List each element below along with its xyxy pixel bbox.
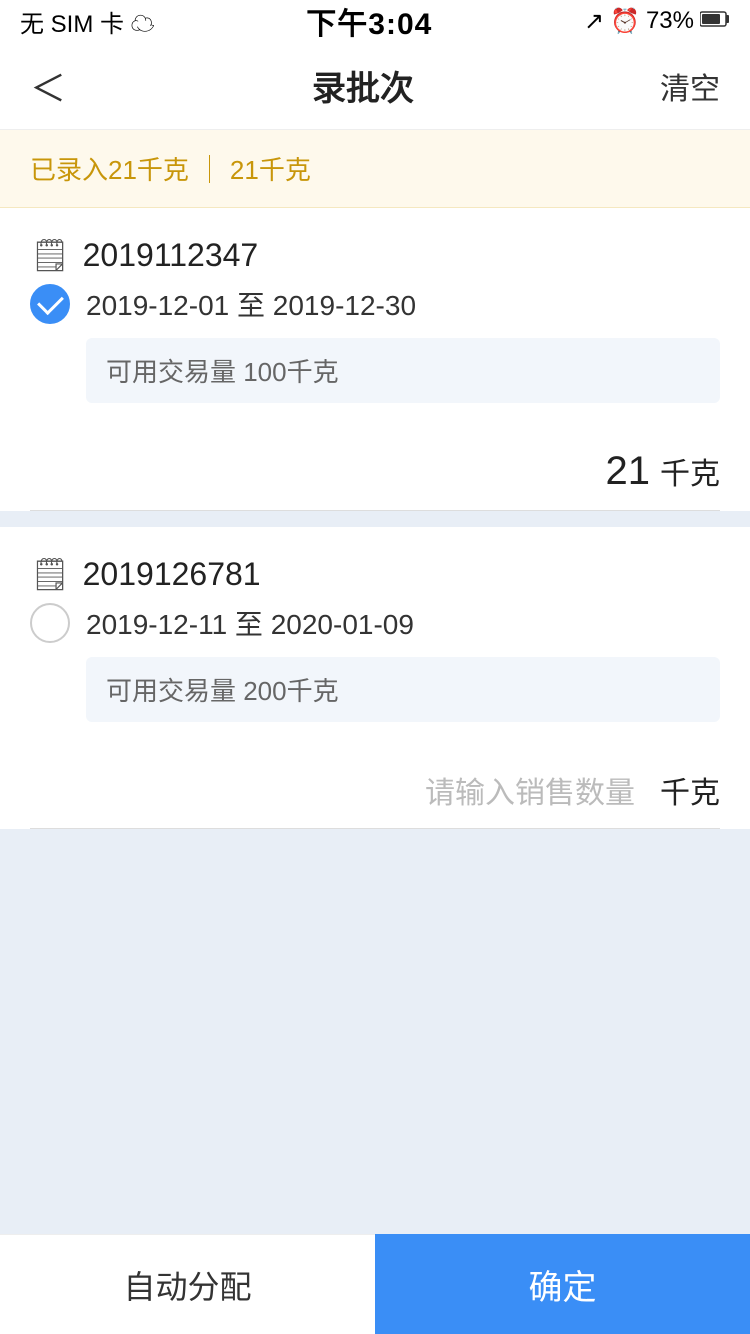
section-divider bbox=[0, 511, 750, 527]
batch-item-2: 🗒 2019126781 2019-12-11 至 2020-01-09 可用交… bbox=[0, 527, 750, 752]
status-bar: 无 SIM 卡 ☁ 下午3:04 ↗ ⏰ 73% bbox=[0, 0, 750, 42]
radio-unchecked-2[interactable] bbox=[30, 603, 70, 643]
batch-date-1: 2019-12-01 至 2019-12-30 bbox=[86, 284, 416, 324]
no-sim-label: 无 SIM 卡 ☁ bbox=[20, 4, 155, 39]
amount-unit-1: 千克 bbox=[660, 449, 720, 493]
back-button[interactable]: ＜ bbox=[30, 60, 66, 112]
batch-card-2: 🗒 2019126781 2019-12-11 至 2020-01-09 可用交… bbox=[0, 527, 750, 829]
quantity-input-2[interactable] bbox=[350, 777, 650, 811]
status-right: ↗ ⏰ 73% bbox=[584, 7, 730, 36]
batch-row-1: 2019-12-01 至 2019-12-30 bbox=[30, 284, 720, 324]
bottom-bar: 自动分配 确定 bbox=[0, 1234, 750, 1334]
clear-button[interactable]: 清空 bbox=[660, 64, 720, 108]
batch-qty-box-2: 可用交易量 200千克 bbox=[86, 657, 720, 722]
batch-qty-box-1: 可用交易量 100千克 bbox=[86, 338, 720, 403]
batch-doc-icon-2: 🗒 bbox=[30, 555, 71, 593]
location-icon: ↗ bbox=[584, 7, 604, 36]
nav-bar: ＜ 录批次 清空 bbox=[0, 42, 750, 130]
batch-card-1: 🗒 2019112347 2019-12-01 至 2019-12-30 可用交… bbox=[0, 208, 750, 511]
batch-available-1: 可用交易量 100千克 bbox=[106, 357, 339, 387]
batch-row-2: 2019-12-11 至 2020-01-09 bbox=[30, 603, 720, 643]
page-title: 录批次 bbox=[312, 61, 414, 110]
battery-icon bbox=[700, 7, 730, 35]
batch-doc-icon-1: 🗒 bbox=[30, 236, 71, 274]
input-unit-2: 千克 bbox=[660, 768, 720, 812]
batch-item-1: 🗒 2019112347 2019-12-01 至 2019-12-30 可用交… bbox=[0, 208, 750, 433]
batch-available-2: 可用交易量 200千克 bbox=[106, 676, 339, 706]
batch-header-2: 🗒 2019126781 bbox=[30, 555, 720, 593]
batch-id-1: 2019112347 bbox=[83, 237, 259, 274]
summary-divider bbox=[209, 155, 210, 183]
amount-row-1: 21 千克 bbox=[0, 433, 750, 510]
summary-bar: 已录入21千克 21千克 bbox=[0, 130, 750, 208]
auto-distribute-button[interactable]: 自动分配 bbox=[0, 1234, 375, 1334]
status-time: 下午3:04 bbox=[306, 0, 432, 43]
amount-number-1: 21 bbox=[606, 449, 651, 494]
alarm-icon: ⏰ bbox=[610, 7, 640, 36]
confirm-button[interactable]: 确定 bbox=[375, 1234, 750, 1334]
batch-id-2: 2019126781 bbox=[83, 556, 261, 593]
batch-header-1: 🗒 2019112347 bbox=[30, 236, 720, 274]
batch-date-2: 2019-12-11 至 2020-01-09 bbox=[86, 603, 414, 643]
summary-value: 21千克 bbox=[230, 150, 311, 187]
status-left: 无 SIM 卡 ☁ bbox=[20, 4, 155, 39]
empty-area bbox=[0, 829, 750, 1234]
content-area: 已录入21千克 21千克 🗒 2019112347 2019-12-01 至 2… bbox=[0, 130, 750, 1234]
battery-percent: 73% bbox=[646, 7, 694, 35]
entered-label: 已录入21千克 bbox=[30, 150, 189, 187]
input-row-2: 千克 bbox=[0, 752, 750, 828]
radio-checked-1[interactable] bbox=[30, 284, 70, 324]
